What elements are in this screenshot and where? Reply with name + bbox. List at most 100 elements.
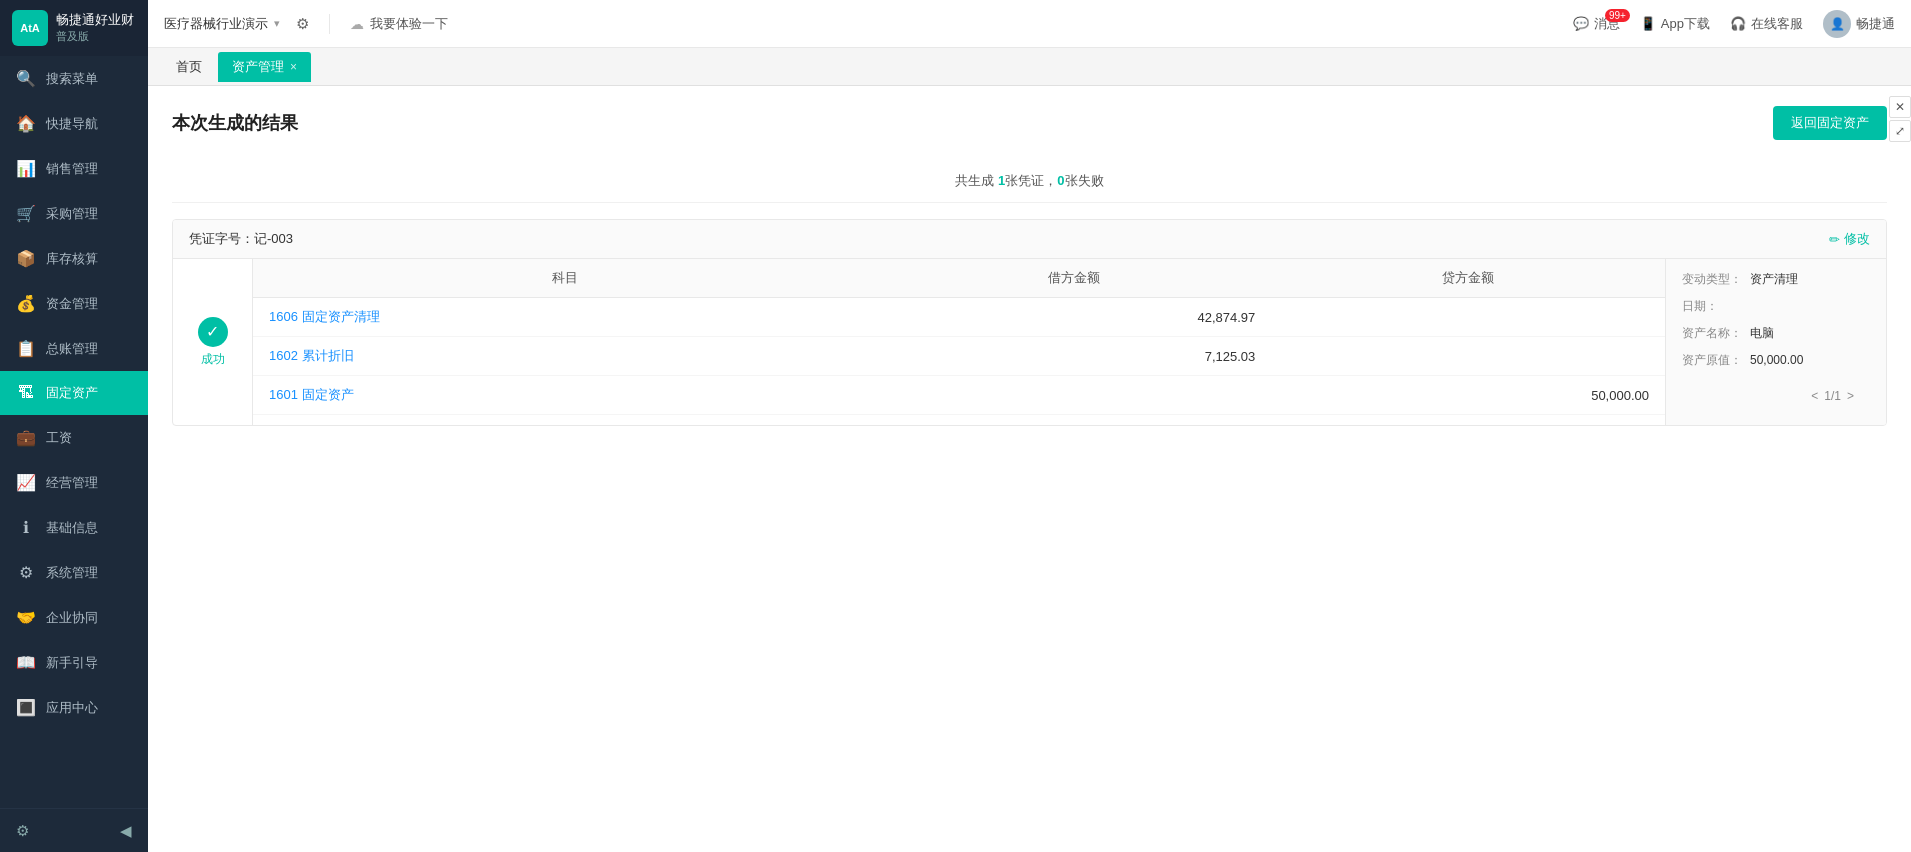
support-label: 在线客服 xyxy=(1751,15,1803,33)
sidebar-item-search[interactable]: 🔍 搜索菜单 xyxy=(0,56,148,101)
page-info: 1/1 xyxy=(1824,389,1841,403)
original-value-value: 50,000.00 xyxy=(1750,353,1803,367)
date-row: 日期： xyxy=(1682,298,1870,315)
sales-icon: 📊 xyxy=(16,159,36,178)
tab-asset-management[interactable]: 资产管理 × xyxy=(218,52,311,82)
sidebar-item-inventory[interactable]: 📦 库存核算 xyxy=(0,236,148,281)
topbar-divider xyxy=(329,14,330,34)
message-button[interactable]: 💬 消息 99+ xyxy=(1573,15,1620,33)
sidebar-item-ledger[interactable]: 📋 总账管理 xyxy=(0,326,148,371)
voucher-block: 凭证字号：记-003 ✏ 修改 ✓ 成功 xyxy=(172,219,1887,426)
sidebar-label-enterprise: 企业协同 xyxy=(46,609,98,627)
user-name: 畅捷通 xyxy=(1856,15,1895,33)
tab-close-icon[interactable]: × xyxy=(290,60,297,74)
sidebar-item-payroll[interactable]: 💼 工资 xyxy=(0,415,148,460)
asset-name-value: 电脑 xyxy=(1750,325,1774,342)
summary-fail: 0 xyxy=(1057,173,1064,188)
support-button[interactable]: 🎧 在线客服 xyxy=(1730,15,1803,33)
table-row: 1602 累计折旧 7,125.03 xyxy=(253,337,1665,376)
voucher-body: ✓ 成功 科目 借方金额 贷方金额 xyxy=(173,259,1886,425)
sidebar-item-enterprise[interactable]: 🤝 企业协同 xyxy=(0,595,148,640)
subject-1601[interactable]: 1601 固定资产 xyxy=(253,376,878,415)
app-download-button[interactable]: 📱 App下载 xyxy=(1640,15,1710,33)
sidebar-label-payroll: 工资 xyxy=(46,429,72,447)
guide-icon: 📖 xyxy=(16,653,36,672)
pagination: < 1/1 > xyxy=(1682,379,1870,413)
sidebar-label-quick-nav: 快捷导航 xyxy=(46,115,98,133)
message-icon: 💬 xyxy=(1573,16,1589,31)
sidebar-item-fixed-assets[interactable]: 🏗 固定资产 xyxy=(0,371,148,415)
company-dropdown-arrow: ▾ xyxy=(274,17,280,30)
funds-icon: 💰 xyxy=(16,294,36,313)
sidebar-item-quick-nav[interactable]: 🏠 快捷导航 xyxy=(0,101,148,146)
next-page[interactable]: > xyxy=(1847,389,1854,403)
settings-icon[interactable]: ⚙ xyxy=(16,822,29,840)
sidebar-label-purchase: 采购管理 xyxy=(46,205,98,223)
col-credit: 贷方金额 xyxy=(1271,259,1665,298)
content-area: 首页 资产管理 × ✕ ⤢ 本次生成的结果 返回固定资产 共生成 1张凭证，0张… xyxy=(148,48,1911,852)
tab-home[interactable]: 首页 xyxy=(164,52,214,82)
tab-bar: 首页 资产管理 × xyxy=(148,48,1911,86)
debit-1601 xyxy=(878,376,1272,415)
company-selector[interactable]: 医疗器械行业演示 ▾ xyxy=(164,15,280,33)
sidebar-label-app-center: 应用中心 xyxy=(46,699,98,717)
subject-1602[interactable]: 1602 累计折旧 xyxy=(253,337,878,376)
sidebar-item-system[interactable]: ⚙ 系统管理 xyxy=(0,550,148,595)
prev-page[interactable]: < xyxy=(1811,389,1818,403)
sidebar-item-operations[interactable]: 📈 经营管理 xyxy=(0,460,148,505)
expand-panel-button[interactable]: ⤢ xyxy=(1889,120,1911,142)
table-row: 1606 固定资产清理 42,874.97 xyxy=(253,298,1665,337)
asset-name-row: 资产名称： 电脑 xyxy=(1682,325,1870,342)
page-header: 本次生成的结果 返回固定资产 xyxy=(172,106,1887,140)
settings-icon[interactable]: ⚙ xyxy=(296,15,309,33)
logo-text-block: 畅捷通好业财 普及版 xyxy=(56,12,134,44)
voucher-table: 科目 借方金额 贷方金额 1606 固定资产清理 42,874.97 xyxy=(253,259,1666,425)
phone-icon: 📱 xyxy=(1640,16,1656,31)
cloud-icon: ☁ xyxy=(350,16,364,32)
voucher-number: 凭证字号：记-003 xyxy=(189,230,293,248)
table-row: 1601 固定资产 50,000.00 xyxy=(253,376,1665,415)
system-icon: ⚙ xyxy=(16,563,36,582)
page-title: 本次生成的结果 xyxy=(172,111,298,135)
user-menu[interactable]: 👤 畅捷通 xyxy=(1823,10,1895,38)
app-name: 畅捷通好业财 xyxy=(56,12,134,29)
asset-name-label: 资产名称： xyxy=(1682,325,1742,342)
change-type-label: 变动类型： xyxy=(1682,271,1742,288)
voucher-edit-button[interactable]: ✏ 修改 xyxy=(1829,230,1870,248)
app-edition: 普及版 xyxy=(56,29,134,44)
sidebar-item-guide[interactable]: 📖 新手引导 xyxy=(0,640,148,685)
app-download-label: App下载 xyxy=(1661,15,1710,33)
voucher-header: 凭证字号：记-003 ✏ 修改 xyxy=(173,220,1886,259)
summary-count: 1 xyxy=(998,173,1005,188)
sidebar-item-app-center[interactable]: 🔳 应用中心 xyxy=(0,685,148,730)
subject-1606[interactable]: 1606 固定资产清理 xyxy=(253,298,878,337)
sidebar-label-ledger: 总账管理 xyxy=(46,340,98,358)
original-value-label: 资产原值： xyxy=(1682,352,1742,369)
sidebar-item-purchase[interactable]: 🛒 采购管理 xyxy=(0,191,148,236)
home-icon: 🏠 xyxy=(16,114,36,133)
sidebar-label-sales: 销售管理 xyxy=(46,160,98,178)
sidebar-label-fixed-assets: 固定资产 xyxy=(46,384,98,402)
return-button[interactable]: 返回固定资产 xyxy=(1773,106,1887,140)
sidebar-item-sales[interactable]: 📊 销售管理 xyxy=(0,146,148,191)
logo-icon: AtA xyxy=(12,10,48,46)
collapse-icon[interactable]: ◀ xyxy=(120,822,132,840)
sidebar-item-funds[interactable]: 💰 资金管理 xyxy=(0,281,148,326)
col-subject: 科目 xyxy=(253,259,878,298)
sidebar-item-basic-info[interactable]: ℹ 基础信息 xyxy=(0,505,148,550)
success-indicator: ✓ 成功 xyxy=(173,259,253,425)
page-content: ✕ ⤢ 本次生成的结果 返回固定资产 共生成 1张凭证，0张失败 凭证字号：记-… xyxy=(148,86,1911,852)
company-name: 医疗器械行业演示 xyxy=(164,15,268,33)
debit-1602: 7,125.03 xyxy=(878,337,1272,376)
credit-1602 xyxy=(1271,337,1665,376)
sidebar-footer: ⚙ ◀ xyxy=(0,808,148,852)
success-icon: ✓ xyxy=(198,317,228,347)
sidebar-nav: 🔍 搜索菜单 🏠 快捷导航 📊 销售管理 🛒 采购管理 📦 库存核算 💰 资金管… xyxy=(0,56,148,808)
fixed-assets-icon: 🏗 xyxy=(16,384,36,402)
sidebar-label-inventory: 库存核算 xyxy=(46,250,98,268)
experience-button[interactable]: ☁ 我要体验一下 xyxy=(350,15,448,33)
close-panel-button[interactable]: ✕ xyxy=(1889,96,1911,118)
success-label: 成功 xyxy=(201,351,225,368)
sidebar-logo: AtA 畅捷通好业财 普及版 xyxy=(0,0,148,56)
basic-info-icon: ℹ xyxy=(16,518,36,537)
